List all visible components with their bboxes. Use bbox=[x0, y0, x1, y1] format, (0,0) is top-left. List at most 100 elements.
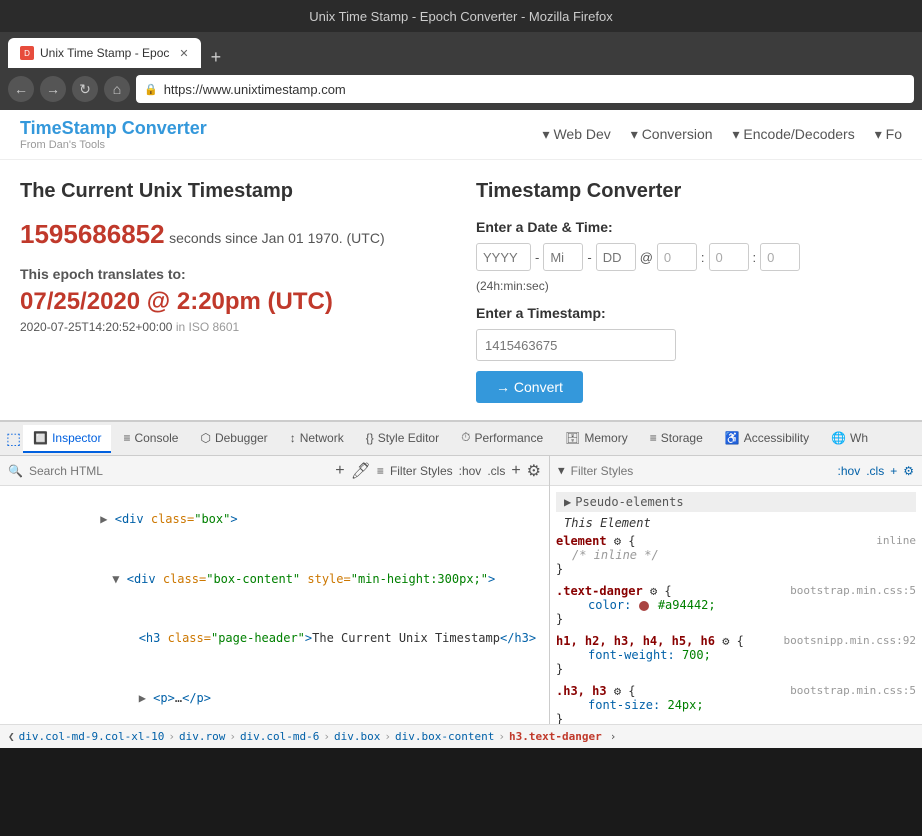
timestamp-desc: seconds since Jan 01 1970. (UTC) bbox=[169, 230, 385, 246]
tab-accessibility[interactable]: ♿ Accessibility bbox=[715, 425, 819, 453]
inspector-label: Inspector bbox=[52, 431, 101, 445]
tab-console[interactable]: ≡ Console bbox=[113, 425, 188, 453]
date-input-row: - - @ : : bbox=[476, 243, 902, 271]
browser-tab[interactable]: D Unix Time Stamp - Epoc ✕ bbox=[8, 38, 201, 68]
filter-styles-label: Filter Styles bbox=[390, 464, 453, 478]
css-rule-h3: .h3, h3 ⚙ { bootstrap.min.css:5 font-siz… bbox=[556, 684, 916, 724]
color-swatch[interactable] bbox=[639, 601, 649, 611]
browser-chrome: ← → ↻ ⌂ 🔒 https://www.unixtimestamp.com bbox=[0, 68, 922, 110]
day-input[interactable] bbox=[596, 243, 636, 271]
address-bar[interactable]: 🔒 https://www.unixtimestamp.com bbox=[136, 75, 914, 103]
left-section-title: The Current Unix Timestamp bbox=[20, 180, 446, 203]
epoch-date: 07/25/2020 @ 2:20pm (UTC) bbox=[20, 288, 446, 316]
bc-item-1[interactable]: div.col-md-9.col-xl-10 bbox=[19, 730, 165, 743]
devtools-tabs: ⬚ 🔲 Inspector ≡ Console ⬡ Debugger ↕ Net… bbox=[0, 422, 922, 456]
html-search-input[interactable] bbox=[29, 464, 329, 478]
css-prop-fs: font-size: 24px; bbox=[572, 698, 916, 712]
convert-button[interactable]: → Convert bbox=[476, 371, 583, 403]
tab-style-editor[interactable]: {} Style Editor bbox=[356, 425, 449, 453]
at-symbol: @ bbox=[640, 250, 653, 265]
minute-input[interactable] bbox=[709, 243, 749, 271]
nav-conversion[interactable]: ▾ Conversion bbox=[631, 126, 713, 143]
cls-btn[interactable]: .cls bbox=[487, 464, 505, 478]
memory-icon: 🗄 bbox=[565, 431, 580, 445]
bc-nav-left[interactable]: ❮ bbox=[8, 730, 15, 743]
devtools-body: 🔍 + 🖊 ≡ Filter Styles :hov .cls + ⚙ ▶ <d… bbox=[0, 456, 922, 724]
network-icon: ↕ bbox=[290, 431, 296, 445]
add-node-btn[interactable]: + bbox=[335, 462, 344, 480]
home-button[interactable]: ⌂ bbox=[104, 76, 130, 102]
css-rule-element: element ⚙ { inline /* inline */ } bbox=[556, 534, 916, 576]
css-rule-headings: h1, h2, h3, h4, h5, h6 ⚙ { bootsnipp.min… bbox=[556, 634, 916, 676]
second-input[interactable] bbox=[760, 243, 800, 271]
nav-web-dev[interactable]: ▾ Web Dev bbox=[543, 126, 611, 143]
new-tab-button[interactable]: + bbox=[205, 47, 228, 68]
right-section-title: Timestamp Converter bbox=[476, 180, 902, 203]
window-title: Unix Time Stamp - Epoch Converter - Mozi… bbox=[309, 9, 612, 24]
css-rule-text-danger: .text-danger ⚙ { bootstrap.min.css:5 col… bbox=[556, 584, 916, 626]
nav-encode[interactable]: ▾ Encode/Decoders bbox=[733, 126, 855, 143]
bc-item-active[interactable]: h3.text-danger bbox=[509, 730, 602, 743]
tab-memory[interactable]: 🗄 Memory bbox=[555, 425, 638, 453]
pick-element-btn[interactable]: 🖊 bbox=[351, 461, 371, 481]
bc-nav-right[interactable]: › bbox=[610, 730, 617, 743]
filter-icon: ▼ bbox=[558, 464, 565, 477]
timestamp-input[interactable] bbox=[476, 329, 676, 361]
unix-timestamp-section: The Current Unix Timestamp 1595686852 se… bbox=[20, 180, 446, 403]
html-line: ▶ <p>…</p> bbox=[8, 669, 541, 724]
refresh-button[interactable]: ↻ bbox=[72, 76, 98, 102]
add-rule-btn[interactable]: + bbox=[890, 464, 897, 478]
site-nav: TimeStamp Converter From Dan's Tools ▾ W… bbox=[0, 110, 922, 160]
debugger-icon: ⬡ bbox=[200, 431, 210, 445]
console-label: Console bbox=[134, 431, 178, 445]
breadcrumb: ❮ div.col-md-9.col-xl-10 › div.row › div… bbox=[0, 724, 922, 748]
tab-whatsnew[interactable]: 🌐 Wh bbox=[821, 425, 878, 453]
nav-more[interactable]: ▾ Fo bbox=[875, 126, 902, 143]
tab-debugger[interactable]: ⬡ Debugger bbox=[190, 425, 277, 453]
epoch-iso-value: 2020-07-25T14:20:52+00:00 bbox=[20, 320, 172, 334]
website-content: TimeStamp Converter From Dan's Tools ▾ W… bbox=[0, 110, 922, 420]
html-line: <h3 class="page-header">The Current Unix… bbox=[8, 609, 541, 669]
url-text: https://www.unixtimestamp.com bbox=[164, 82, 346, 97]
tab-storage[interactable]: ≡ Storage bbox=[640, 425, 713, 453]
style-editor-icon: {} bbox=[366, 431, 374, 445]
console-icon: ≡ bbox=[123, 431, 130, 445]
bc-item-2[interactable]: div.row bbox=[179, 730, 225, 743]
year-input[interactable] bbox=[476, 243, 531, 271]
tab-bar: D Unix Time Stamp - Epoc ✕ + bbox=[0, 32, 922, 68]
chevron-right-icon: ▶ bbox=[564, 495, 571, 509]
debugger-label: Debugger bbox=[215, 431, 268, 445]
timestamp-row: 1595686852 seconds since Jan 01 1970. (U… bbox=[20, 219, 446, 250]
tab-inspector[interactable]: 🔲 Inspector bbox=[23, 425, 111, 453]
month-input[interactable] bbox=[543, 243, 583, 271]
site-logo-sub: From Dan's Tools bbox=[20, 139, 207, 151]
back-button[interactable]: ← bbox=[8, 76, 34, 102]
tab-title: Unix Time Stamp - Epoc bbox=[40, 46, 169, 60]
title-bar: Unix Time Stamp - Epoch Converter - Mozi… bbox=[0, 0, 922, 32]
plus-btn[interactable]: + bbox=[511, 462, 520, 480]
css-settings-btn[interactable]: ⚙ bbox=[903, 464, 914, 478]
tab-favicon: D bbox=[20, 46, 34, 60]
tab-performance[interactable]: ⏱ Performance bbox=[451, 424, 553, 453]
hour-input[interactable] bbox=[657, 243, 697, 271]
settings-btn[interactable]: ⚙ bbox=[527, 461, 541, 481]
css-rule-header: h1, h2, h3, h4, h5, h6 ⚙ { bootsnipp.min… bbox=[556, 634, 916, 648]
tab-network[interactable]: ↕ Network bbox=[280, 425, 354, 453]
accessibility-label: Accessibility bbox=[744, 431, 809, 445]
site-logo[interactable]: TimeStamp Converter bbox=[20, 118, 207, 139]
bc-item-5[interactable]: div.box-content bbox=[395, 730, 494, 743]
pseudo-elements-section[interactable]: ▶ Pseudo-elements bbox=[556, 492, 916, 512]
tab-close-btn[interactable]: ✕ bbox=[179, 47, 188, 60]
hov-css-btn[interactable]: :hov bbox=[838, 464, 861, 478]
forward-button[interactable]: → bbox=[40, 76, 66, 102]
hov-btn[interactable]: :hov bbox=[459, 464, 482, 478]
network-label: Network bbox=[300, 431, 344, 445]
site-nav-links: ▾ Web Dev ▾ Conversion ▾ Encode/Decoders… bbox=[543, 126, 902, 143]
bc-item-4[interactable]: div.box bbox=[334, 730, 380, 743]
css-filter-input[interactable] bbox=[571, 464, 832, 478]
devtools-cursor-icon[interactable]: ⬚ bbox=[6, 429, 21, 449]
filter-icon: ≡ bbox=[377, 464, 384, 478]
cls-css-btn[interactable]: .cls bbox=[866, 464, 884, 478]
style-editor-label: Style Editor bbox=[378, 431, 439, 445]
bc-item-3[interactable]: div.col-md-6 bbox=[240, 730, 319, 743]
